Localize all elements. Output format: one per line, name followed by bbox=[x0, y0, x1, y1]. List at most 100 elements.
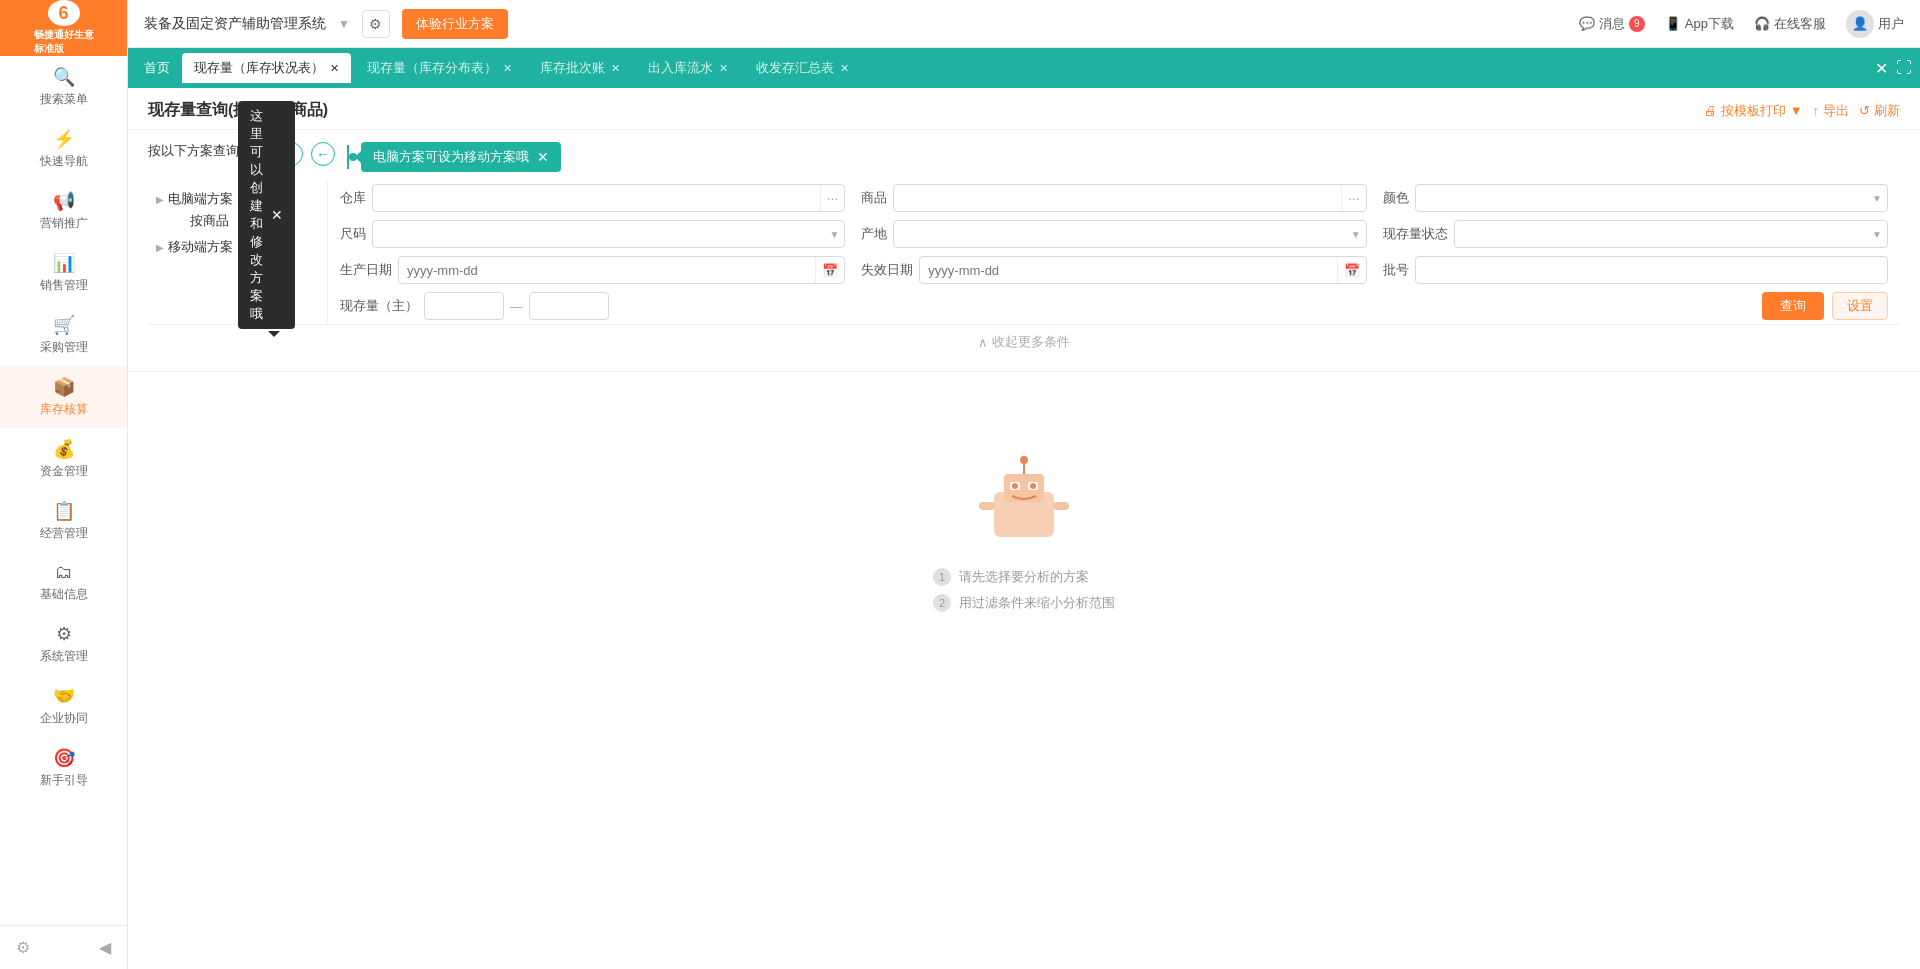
tab-close-all-btn[interactable]: ✕ bbox=[1875, 59, 1888, 78]
tooltip-dark-close[interactable]: ✕ bbox=[271, 207, 283, 223]
filter-label: 按以下方案查询 bbox=[148, 142, 239, 160]
expiry-date-input[interactable] bbox=[920, 257, 1336, 283]
app-download-action[interactable]: 📱 App下载 bbox=[1665, 15, 1734, 33]
production-date-wrap: 📅 bbox=[398, 256, 845, 284]
settings-icon[interactable]: ⚙ bbox=[16, 938, 30, 957]
inventory-icon: 📦 bbox=[53, 376, 75, 398]
search-button[interactable]: 查询 bbox=[1762, 292, 1824, 320]
tab-close-inventory-dist[interactable]: ✕ bbox=[503, 62, 512, 75]
goods-dots-btn[interactable]: ··· bbox=[1341, 185, 1366, 211]
filter-section: 按以下方案查询 + 这里可以创建和修改方案哦 ✕ bbox=[128, 130, 1920, 371]
stock-main-from-input[interactable] bbox=[425, 293, 504, 319]
sidebar-item-operation[interactable]: 📋 经营管理 bbox=[0, 490, 127, 552]
sidebar-item-company[interactable]: 🤝 企业协同 bbox=[0, 675, 127, 737]
sidebar-item-basic[interactable]: 🗂 基础信息 bbox=[0, 552, 127, 613]
sidebar-item-marketing[interactable]: 📢 营销推广 bbox=[0, 180, 127, 242]
filter-row-4: 现存量（主） — 查询 设置 bbox=[340, 292, 1888, 320]
stock-main-label: 现存量（主） bbox=[340, 297, 418, 315]
page-header-actions: 🖨 按模板打印 ▼ ↑ 导出 ↺ 刷新 bbox=[1704, 102, 1900, 120]
warehouse-label: 仓库 bbox=[340, 189, 366, 207]
tab-close-inout-flow[interactable]: ✕ bbox=[719, 62, 728, 75]
system-icon: ⚙ bbox=[56, 623, 72, 645]
guide-icon: 🎯 bbox=[53, 747, 75, 769]
size-select-wrap: ▼ bbox=[372, 220, 845, 248]
expiry-date-cal-btn[interactable]: 📅 bbox=[1337, 257, 1366, 283]
experience-button[interactable]: 体验行业方案 bbox=[402, 9, 508, 39]
add-scheme-btn[interactable]: + 这里可以创建和修改方案哦 ✕ bbox=[247, 142, 271, 166]
message-action[interactable]: 💬 消息 9 bbox=[1579, 15, 1645, 33]
refresh-btn[interactable]: ↺ 刷新 bbox=[1859, 102, 1900, 120]
data-area: 1 请先选择要分析的方案 2 用过滤条件来缩小分析范围 bbox=[128, 371, 1920, 692]
tab-batch-account[interactable]: 库存批次账 ✕ bbox=[528, 53, 632, 83]
goods-input[interactable] bbox=[894, 185, 1341, 211]
tooltip-dark-container: 这里可以创建和修改方案哦 ✕ bbox=[238, 101, 295, 329]
tab-inventory-dist[interactable]: 现存量（库存分布表） ✕ bbox=[355, 53, 524, 83]
color-select-wrap: ▼ bbox=[1415, 184, 1888, 212]
tooltip-green-close[interactable]: ✕ bbox=[537, 150, 549, 164]
message-badge: 9 bbox=[1629, 16, 1645, 32]
warehouse-input[interactable] bbox=[373, 185, 820, 211]
stock-main-to-input[interactable] bbox=[530, 293, 609, 319]
inventory-status-select[interactable] bbox=[1454, 220, 1888, 248]
tab-close-inventory-status[interactable]: ✕ bbox=[330, 62, 339, 75]
batch-no-label: 批号 bbox=[1383, 261, 1409, 279]
sidebar-item-quick-nav[interactable]: ⚡ 快速导航 bbox=[0, 118, 127, 180]
empty-state: 1 请先选择要分析的方案 2 用过滤条件来缩小分析范围 bbox=[128, 372, 1920, 692]
batch-no-input[interactable] bbox=[1416, 257, 1887, 283]
collapse-arrow-icon: ∧ bbox=[978, 335, 988, 350]
production-date-cal-btn[interactable]: 📅 bbox=[815, 257, 844, 283]
collapse-sidebar-icon[interactable]: ◀ bbox=[99, 938, 111, 957]
size-select[interactable] bbox=[372, 220, 845, 248]
collapse-row[interactable]: ∧ 收起更多条件 bbox=[148, 324, 1900, 359]
print-btn[interactable]: 🖨 按模板打印 ▼ bbox=[1704, 102, 1803, 120]
header-right: 💬 消息 9 📱 App下载 🎧 在线客服 👤 用户 bbox=[1579, 10, 1904, 38]
stock-main-to-wrap bbox=[529, 292, 609, 320]
tab-home[interactable]: 首页 bbox=[136, 59, 178, 77]
production-date-label: 生产日期 bbox=[340, 261, 392, 279]
field-batch-no: 批号 bbox=[1383, 256, 1888, 284]
size-label: 尺码 bbox=[340, 225, 366, 243]
reset-button[interactable]: 设置 bbox=[1832, 292, 1888, 320]
tab-inventory-status[interactable]: 现存量（库存状况表） ✕ bbox=[182, 53, 351, 83]
sidebar-item-sales[interactable]: 📊 销售管理 bbox=[0, 242, 127, 304]
svg-point-4 bbox=[1012, 483, 1018, 489]
sidebar-item-search[interactable]: 🔍 搜索菜单 bbox=[0, 56, 127, 118]
sidebar-footer: ⚙ ◀ bbox=[0, 925, 127, 969]
empty-tips: 1 请先选择要分析的方案 2 用过滤条件来缩小分析范围 bbox=[933, 568, 1115, 612]
warehouse-dots-btn[interactable]: ··· bbox=[820, 185, 845, 211]
online-service-action[interactable]: 🎧 在线客服 bbox=[1754, 15, 1826, 33]
svg-point-5 bbox=[1030, 483, 1036, 489]
tab-close-receive-summary[interactable]: ✕ bbox=[840, 62, 849, 75]
filter-row-2: 尺码 ▼ 产地 bbox=[340, 220, 1888, 248]
empty-illustration bbox=[974, 452, 1074, 552]
production-date-input[interactable] bbox=[399, 257, 815, 283]
origin-select[interactable] bbox=[893, 220, 1366, 248]
mobile-icon: 📱 bbox=[1665, 16, 1681, 31]
tip-num-2: 2 bbox=[933, 594, 951, 612]
back-scheme-btn[interactable]: ← bbox=[311, 142, 335, 166]
stock-main-from-wrap bbox=[424, 292, 504, 320]
tab-maximize-btn[interactable]: ⛶ bbox=[1896, 59, 1912, 77]
sidebar-item-inventory[interactable]: 📦 库存核算 bbox=[0, 366, 127, 428]
field-warehouse: 仓库 ··· bbox=[340, 184, 845, 212]
color-select[interactable] bbox=[1415, 184, 1888, 212]
field-goods: 商品 ··· bbox=[861, 184, 1366, 212]
export-btn[interactable]: ↑ 导出 bbox=[1813, 102, 1850, 120]
top-header: 装备及固定资产辅助管理系统 ▼ ⚙ 体验行业方案 💬 消息 9 📱 App下载 … bbox=[128, 0, 1920, 48]
green-tooltip-area: 电脑方案可设为移动方案哦 ✕ bbox=[347, 142, 561, 172]
tab-close-batch-account[interactable]: ✕ bbox=[611, 62, 620, 75]
range-separator: — bbox=[510, 299, 523, 314]
tab-receive-summary[interactable]: 收发存汇总表 ✕ bbox=[744, 53, 861, 83]
system-dropdown-icon[interactable]: ▼ bbox=[338, 17, 350, 31]
message-icon: 💬 bbox=[1579, 16, 1595, 31]
tab-inout-flow[interactable]: 出入库流水 ✕ bbox=[636, 53, 740, 83]
field-stock-main: 现存量（主） — bbox=[340, 292, 609, 320]
settings-btn[interactable]: ⚙ bbox=[362, 10, 390, 38]
user-action[interactable]: 👤 用户 bbox=[1846, 10, 1904, 38]
sidebar-item-guide[interactable]: 🎯 新手引导 bbox=[0, 737, 127, 799]
sidebar-item-system[interactable]: ⚙ 系统管理 bbox=[0, 613, 127, 675]
basic-icon: 🗂 bbox=[55, 562, 73, 583]
sidebar-item-purchase[interactable]: 🛒 采购管理 bbox=[0, 304, 127, 366]
sidebar-item-finance[interactable]: 💰 资金管理 bbox=[0, 428, 127, 490]
empty-tip-2: 2 用过滤条件来缩小分析范围 bbox=[933, 594, 1115, 612]
